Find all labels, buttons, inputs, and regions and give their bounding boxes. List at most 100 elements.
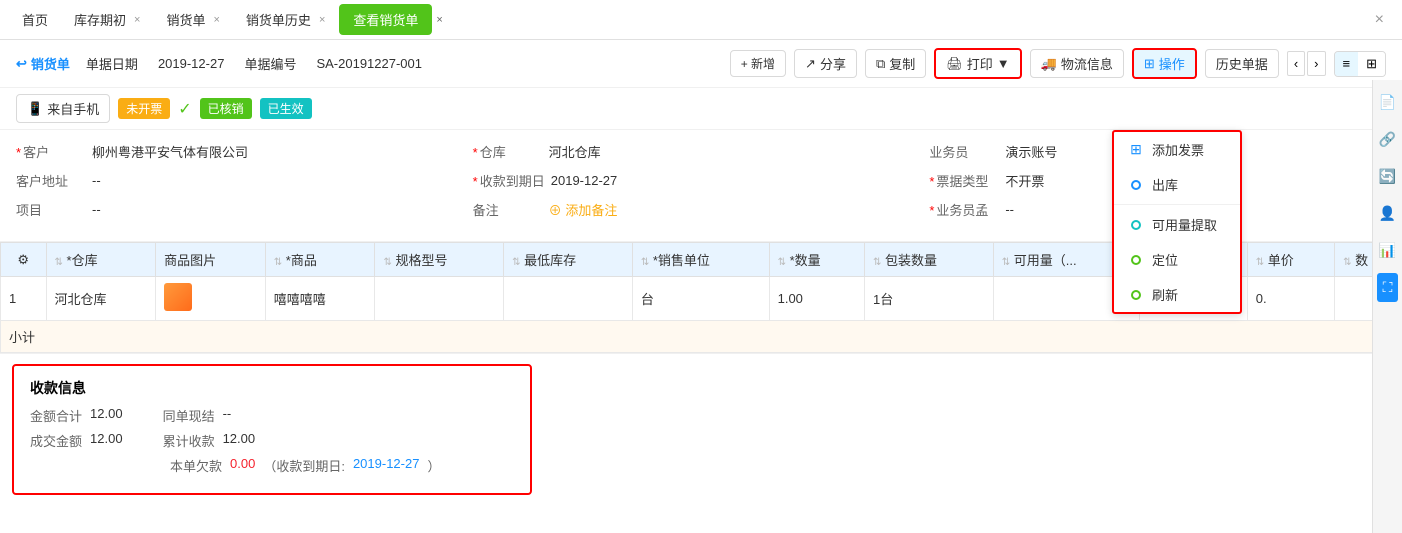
tab-sales-order[interactable]: 销货单 × [154,4,231,35]
th-spec: ⇅ 规格型号 [375,243,504,277]
warehouse-label: 仓库 [473,142,543,161]
add-invoice-item[interactable]: ⊞ 添加发票 [1114,132,1240,167]
tab-close-inventory[interactable]: × [134,14,140,26]
refresh-item[interactable]: 刷新 [1114,277,1240,312]
note-group: 备注 ⊕ 添加备注 [473,200,930,219]
grid-view-button[interactable]: ⊞ [1358,52,1385,76]
plus-icon: ⊕ [549,203,562,218]
not-open-badge: 未开票 [118,98,170,119]
from-phone-button[interactable]: 📱 来自手机 [16,94,110,123]
cell-min-stock [504,277,633,321]
add-invoice-label: 添加发票 [1152,140,1204,159]
cancelled-badge: 已核销 [200,98,252,119]
customer-value: 柳州粤港平安气体有限公司 [92,142,248,161]
th-price: ⇅ 单价 [1247,243,1334,277]
ticket-type-label: 票据类型 [929,171,999,190]
arrears-end: ） [427,456,440,475]
th-gear[interactable]: ⚙ [1,243,47,277]
sidebar-user-icon[interactable]: 👤 [1373,199,1402,228]
no-label: 单据编号 [244,54,296,73]
cell-unit: 台 [632,277,769,321]
sales-staff-value: -- [1005,202,1014,217]
grid-dropdown-icon: ⊞ [1128,142,1144,158]
share-button[interactable]: ↗ 分享 [794,49,857,78]
history-button[interactable]: 历史单据 [1205,49,1279,78]
ship-out-label: 出库 [1152,175,1178,194]
add-note-button[interactable]: ⊕ 添加备注 [549,200,618,219]
transaction-label: 成交金额 [30,431,82,450]
th-qty: ⇅ *数量 [769,243,864,277]
next-button[interactable]: › [1307,51,1325,76]
same-order-item: 同单现结 -- [163,406,232,425]
tab-close-view-sales[interactable]: × [436,14,442,26]
payment-title: 收款信息 [30,378,514,398]
address-value: -- [92,173,101,188]
th-unit: ⇅ *销售单位 [632,243,769,277]
sidebar-link-icon[interactable]: 🔗 [1373,125,1402,154]
tab-inventory-init[interactable]: 库存期初 × [62,4,152,35]
ship-out-item[interactable]: 出库 [1114,167,1240,202]
project-label: 项目 [16,200,86,219]
available-qty-item[interactable]: 可用量提取 [1114,207,1240,242]
transaction-value: 12.00 [90,431,123,450]
locate-item[interactable]: 定位 [1114,242,1240,277]
note-label: 备注 [473,200,543,219]
date-label: 单据日期 [86,54,138,73]
sidebar-refresh-icon[interactable]: 🔄 [1373,162,1402,191]
list-view-button[interactable]: ≡ [1335,52,1359,76]
circle-teal-icon [1128,217,1144,233]
date-value: 2019-12-27 [158,56,225,71]
circle-blue-icon [1128,177,1144,193]
customer-label: 客户 [16,142,86,161]
same-order-label: 同单现结 [163,406,215,425]
phone-icon: 📱 [27,101,43,117]
copy-icon: ⧉ [876,56,885,72]
sidebar-doc-icon[interactable]: 📄 [1373,88,1402,117]
doc-title: ↩ 销货单 [16,54,70,73]
arrears-value: 0.00 [230,456,255,475]
product-image [164,283,192,311]
cumulative-label: 累计收款 [163,431,215,450]
address-group: 客户地址 -- [16,171,473,190]
prev-button[interactable]: ‹ [1287,51,1305,76]
cumulative-value: 12.00 [223,431,256,450]
cell-image [156,277,266,321]
sub-actions: 📱 来自手机 未开票 ✓ 已核销 已生效 [0,88,1402,130]
cell-spec [375,277,504,321]
project-group: 项目 -- [16,200,473,219]
tab-sales-history[interactable]: 销货单历史 × [234,4,337,35]
refresh-label: 刷新 [1152,285,1178,304]
th-min-stock: ⇅ 最低库存 [504,243,633,277]
customer-group: 客户 柳州粤港平安气体有限公司 [16,142,473,161]
sidebar-expand-icon[interactable]: ⛶ [1377,273,1399,302]
tab-close-history[interactable]: × [319,14,325,26]
warehouse-value: 河北仓库 [549,142,601,161]
payment-row-1: 金额合计 12.00 同单现结 -- [30,406,514,425]
payment-row-2: 成交金额 12.00 累计收款 12.00 [30,431,514,450]
payment-row-3: 本单欠款 0.00 （收款到期日: 2019-12-27 ） [30,456,514,475]
transaction-item: 成交金额 12.00 [30,431,123,450]
logistics-button[interactable]: 🚚 物流信息 [1030,49,1124,78]
dropdown-divider-1 [1114,204,1240,205]
new-button[interactable]: + 新增 [730,50,786,77]
due-date-label: 收款到期日 [473,171,545,190]
operation-button[interactable]: ⊞ 操作 [1132,48,1197,79]
sidebar-chart-icon[interactable]: 📊 [1373,236,1402,265]
due-date-group: 收款到期日 2019-12-27 [473,171,930,190]
print-button[interactable]: 🖨 打印 ▼ [934,48,1021,79]
operation-dropdown: ⊞ 添加发票 出库 可用量提取 定位 刷新 [1112,130,1242,314]
due-date-value: 2019-12-27 [551,173,618,188]
effective-badge: 已生效 [260,98,312,119]
project-value: -- [92,202,101,217]
doc-header: ↩ 销货单 单据日期 2019-12-27 单据编号 SA-20191227-0… [0,40,1402,88]
tab-view-sales[interactable]: 查看销货单 [339,4,432,35]
check-icon: ✓ [178,99,191,119]
tab-home[interactable]: 首页 [10,4,60,35]
doc-actions: + 新增 ↗ 分享 ⧉ 复制 🖨 打印 ▼ 🚚 物流信息 ⊞ 操作 [730,48,1386,79]
print-dropdown-icon: ▼ [997,56,1010,71]
window-close-button[interactable]: × [1367,11,1392,29]
tab-close-sales[interactable]: × [213,14,219,26]
subtotal-row: 小计 [1,321,1402,353]
cell-warehouse: 河北仓库 [46,277,156,321]
copy-button[interactable]: ⧉ 复制 [865,49,926,78]
